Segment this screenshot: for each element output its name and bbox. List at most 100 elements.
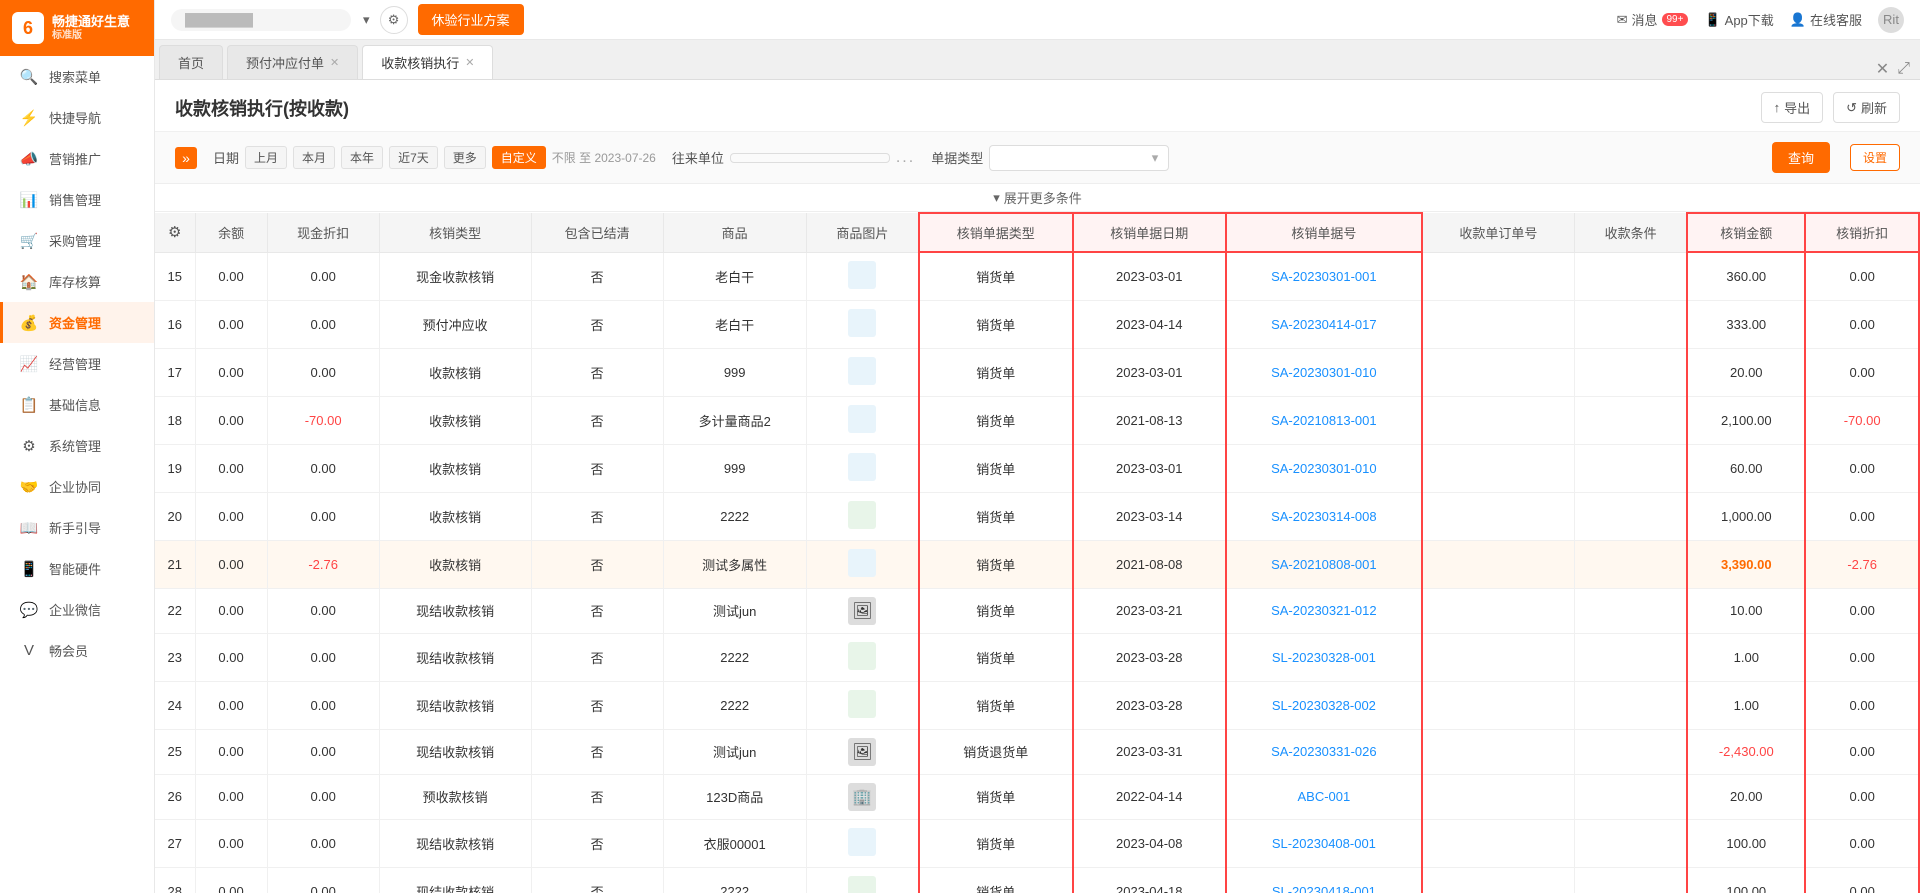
industry-button[interactable]: 休验行业方案 — [418, 4, 524, 35]
tab-receipt-cancel-close[interactable]: ✕ — [465, 56, 474, 69]
sidebar-item-search[interactable]: 🔍 搜索菜单 — [0, 56, 154, 97]
sidebar-item-quicknav[interactable]: ⚡ 快捷导航 — [0, 97, 154, 138]
tab-expand-button[interactable]: ⤢ — [1897, 60, 1910, 78]
tab-prepay-close[interactable]: ✕ — [330, 56, 339, 69]
filter-from-unit-label: 往来单位 — [672, 148, 724, 167]
table-container[interactable]: ⚙ 余额 现金折扣 核销类型 包含已结清 商品 商品图片 核销单据类型 核销单据… — [155, 212, 1920, 893]
filter-more[interactable]: 更多 — [444, 146, 486, 169]
row-receipt-order-no — [1422, 633, 1575, 681]
row-cancel-amount: -2,430.00 — [1687, 729, 1805, 774]
row-id: 23 — [155, 633, 195, 681]
row-cancel-bill-no-link[interactable]: SL-20230418-001 — [1272, 884, 1376, 893]
sidebar-item-wechat[interactable]: 💬 企业微信 — [0, 589, 154, 630]
row-cancel-bill-no: SL-20230328-002 — [1226, 681, 1422, 729]
sidebar-item-collab[interactable]: 🤝 企业协同 — [0, 466, 154, 507]
filter-from-unit-input[interactable] — [730, 153, 890, 163]
row-include-cleared: 否 — [531, 633, 663, 681]
row-cancel-bill-no-link[interactable]: ABC-001 — [1297, 789, 1350, 804]
row-cancel-bill-no-link[interactable]: SA-20230301-010 — [1271, 365, 1377, 380]
filter-this-year[interactable]: 本年 — [341, 146, 383, 169]
app-download-button[interactable]: 📱 App下载 — [1704, 10, 1773, 29]
message-button[interactable]: ✉ 消息 99+ — [1617, 10, 1689, 29]
filter-last-7days[interactable]: 近7天 — [389, 146, 438, 169]
filter-this-month[interactable]: 本月 — [293, 146, 335, 169]
sidebar-item-member[interactable]: V 畅会员 — [0, 630, 154, 671]
row-receipt-order-no — [1422, 588, 1575, 633]
table-row: 150.000.00现金收款核销否老白干销货单2023-03-01SA-2023… — [155, 252, 1919, 300]
row-cancel-bill-no-link[interactable]: SL-20230328-001 — [1272, 650, 1376, 665]
topbar-gear-button[interactable]: ⚙ — [380, 6, 408, 34]
row-cancel-bill-no-link[interactable]: SA-20210808-001 — [1271, 557, 1377, 572]
col-product-img: 商品图片 — [806, 213, 919, 252]
row-cancel-bill-date: 2023-04-18 — [1073, 867, 1226, 893]
setting-button[interactable]: 设置 — [1850, 144, 1900, 171]
sidebar-item-guide[interactable]: 📖 新手引导 — [0, 507, 154, 548]
row-cancel-bill-no-link[interactable]: SA-20230414-017 — [1271, 317, 1377, 332]
row-cash-discount: 0.00 — [267, 774, 379, 819]
row-cancel-bill-no: SA-20230301-010 — [1226, 444, 1422, 492]
sidebar-item-inventory[interactable]: 🏠 库存核算 — [0, 261, 154, 302]
filter-custom[interactable]: 自定义 — [492, 146, 546, 169]
inventory-icon: 🏠 — [19, 273, 39, 291]
filter-bill-type-select[interactable]: ▾ — [989, 145, 1169, 171]
row-cancel-amount: 333.00 — [1687, 300, 1805, 348]
sidebar-item-basic[interactable]: 📋 基础信息 — [0, 384, 154, 425]
sidebar-item-operations[interactable]: 📈 经营管理 — [0, 343, 154, 384]
row-cancel-bill-no-link[interactable]: SA-20230301-001 — [1271, 269, 1377, 284]
row-cancel-bill-no-link[interactable]: SA-20230321-012 — [1271, 603, 1377, 618]
row-receipt-condition — [1574, 492, 1687, 540]
row-product-img — [806, 540, 919, 588]
sidebar-item-marketing[interactable]: 📣 营销推广 — [0, 138, 154, 179]
app-download-label: App下载 — [1725, 10, 1774, 29]
tab-receipt-cancel[interactable]: 收款核销执行 ✕ — [362, 45, 493, 79]
col-receipt-order-no: 收款单订单号 — [1422, 213, 1575, 252]
row-cancel-bill-no-link[interactable]: SL-20230408-001 — [1272, 836, 1376, 851]
gear-icon[interactable]: ⚙ — [168, 224, 181, 241]
row-cancel-bill-no-link[interactable]: SA-20230301-010 — [1271, 461, 1377, 476]
tab-home-label: 首页 — [178, 53, 204, 72]
row-receipt-order-no — [1422, 729, 1575, 774]
row-cancel-type: 预收款核销 — [379, 774, 531, 819]
row-cancel-bill-no-link[interactable]: SA-20210813-001 — [1271, 413, 1377, 428]
row-cash-discount: 0.00 — [267, 444, 379, 492]
row-balance: 0.00 — [195, 396, 267, 444]
row-cancel-amount: 1,000.00 — [1687, 492, 1805, 540]
row-product-img — [806, 681, 919, 729]
refresh-button[interactable]: ↺ 刷新 — [1833, 92, 1900, 123]
user-initials: Rit — [1883, 12, 1899, 27]
user-profile[interactable]: Rit — [1878, 7, 1904, 33]
filter-last-month[interactable]: 上月 — [245, 146, 287, 169]
online-service-button[interactable]: 👤 在线客服 — [1790, 10, 1862, 29]
row-receipt-order-no — [1422, 774, 1575, 819]
sidebar-item-purchase[interactable]: 🛒 采购管理 — [0, 220, 154, 261]
sidebar-item-sales[interactable]: 📊 销售管理 — [0, 179, 154, 220]
row-cancel-discount: 0.00 — [1805, 867, 1919, 893]
row-cancel-bill-type: 销货退货单 — [919, 729, 1072, 774]
sidebar-item-finance[interactable]: 💰 资金管理 — [0, 302, 154, 343]
expand-more-button[interactable]: ▾ 展开更多条件 — [993, 188, 1082, 207]
row-cancel-bill-no: SA-20210808-001 — [1226, 540, 1422, 588]
tab-prepay[interactable]: 预付冲应付单 ✕ — [227, 45, 358, 79]
row-cancel-bill-type: 销货单 — [919, 492, 1072, 540]
topbar-dropdown-arrow[interactable]: ▾ — [363, 12, 370, 28]
row-cancel-bill-no-link[interactable]: SA-20230314-008 — [1271, 509, 1377, 524]
sidebar-item-system[interactable]: ⚙ 系统管理 — [0, 425, 154, 466]
col-gear[interactable]: ⚙ — [155, 213, 195, 252]
row-cash-discount: -2.76 — [267, 540, 379, 588]
export-button[interactable]: ↑ 导出 — [1761, 92, 1824, 123]
row-cancel-discount: -2.76 — [1805, 540, 1919, 588]
row-cancel-bill-no-link[interactable]: SL-20230328-002 — [1272, 698, 1376, 713]
query-button[interactable]: 查询 — [1772, 142, 1830, 173]
row-cancel-bill-no-link[interactable]: SA-20230331-026 — [1271, 744, 1377, 759]
tab-close-all-button[interactable]: ✕ — [1876, 59, 1889, 79]
row-cancel-bill-date: 2023-03-21 — [1073, 588, 1226, 633]
product-img-icon — [848, 453, 876, 481]
sidebar-item-hardware[interactable]: 📱 智能硬件 — [0, 548, 154, 589]
row-cancel-bill-date: 2022-04-14 — [1073, 774, 1226, 819]
row-receipt-order-no — [1422, 819, 1575, 867]
topbar-right: ✉ 消息 99+ 📱 App下载 👤 在线客服 Rit — [1617, 7, 1904, 33]
filter-expand-button[interactable]: » — [175, 147, 197, 169]
row-id: 16 — [155, 300, 195, 348]
row-cash-discount: 0.00 — [267, 867, 379, 893]
tab-home[interactable]: 首页 — [159, 45, 223, 79]
